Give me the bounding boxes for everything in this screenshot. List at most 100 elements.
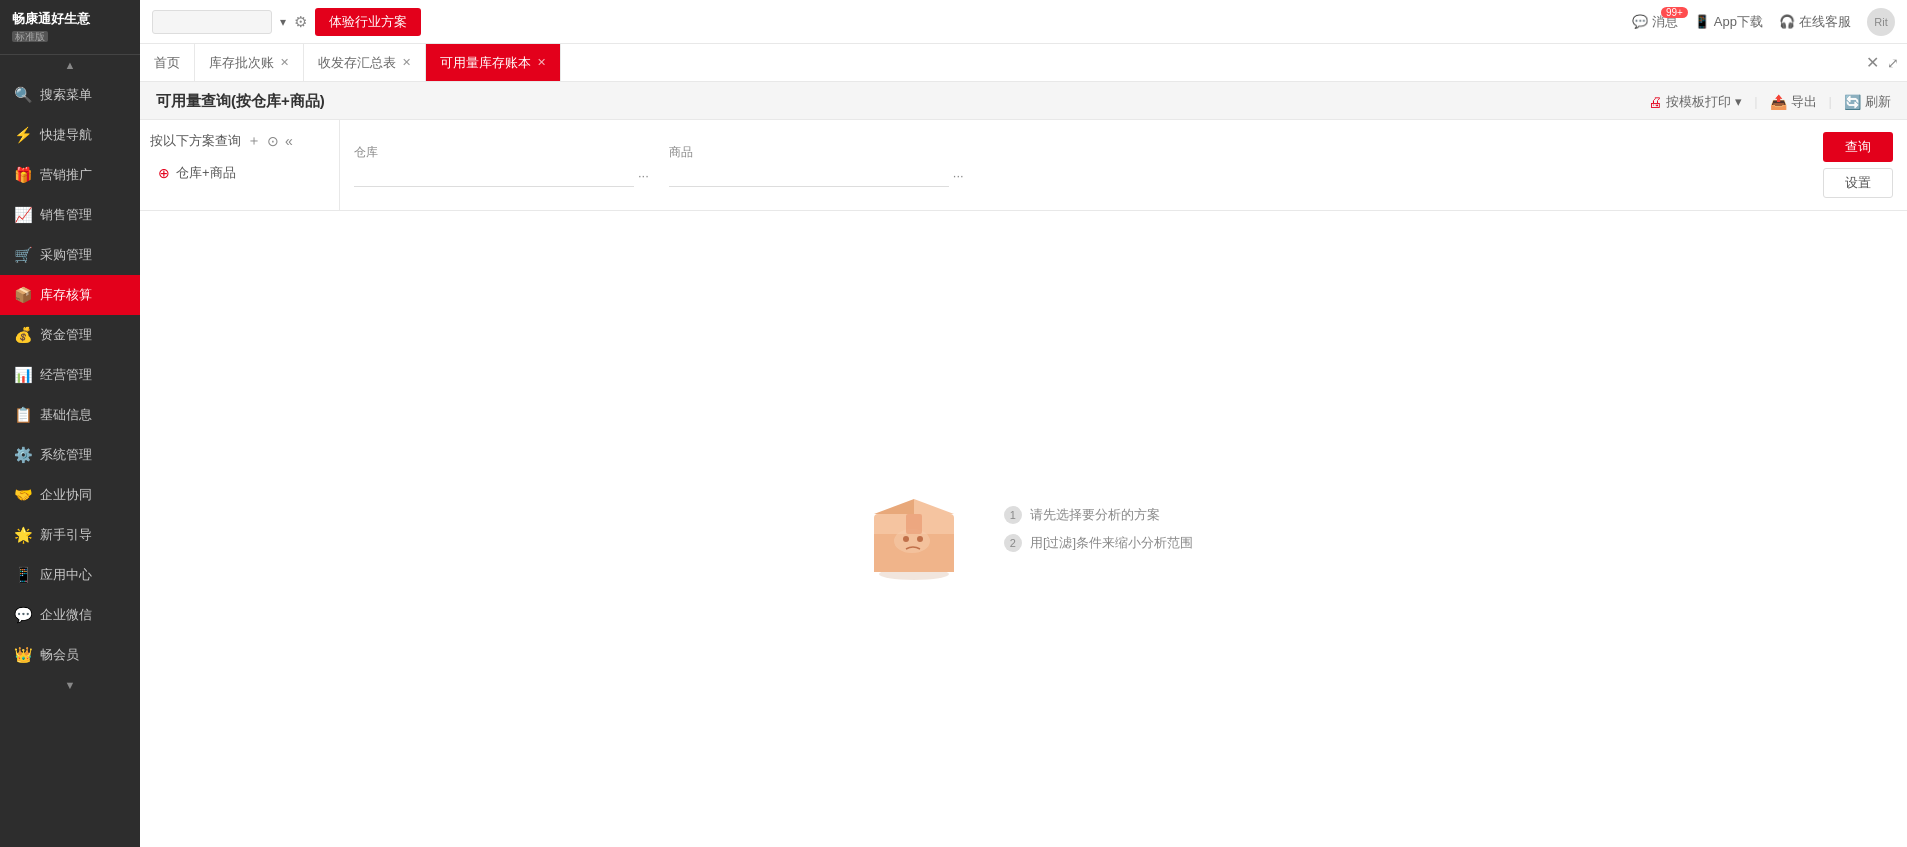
online-service-item[interactable]: 🎧 在线客服: [1779, 13, 1851, 31]
print-label: 按模板打印: [1666, 93, 1731, 111]
sidebar-label-newbie: 新手引导: [40, 526, 92, 544]
sidebar-item-basic-info[interactable]: 📋 基础信息: [0, 395, 140, 435]
topbar-dropdown-icon[interactable]: ▾: [280, 15, 286, 29]
sidebar-item-app-center[interactable]: 📱 应用中心: [0, 555, 140, 595]
add-scheme-icon[interactable]: ＋: [247, 132, 261, 150]
sidebar-label-system: 系统管理: [40, 446, 92, 464]
sidebar-item-newbie[interactable]: 🌟 新手引导: [0, 515, 140, 555]
scheme-item-warehouse-goods[interactable]: ⊕ 仓库+商品: [150, 158, 329, 188]
empty-icon: [854, 469, 974, 589]
goods-more[interactable]: ···: [953, 168, 964, 183]
export-btn[interactable]: 📤 导出: [1770, 93, 1817, 111]
user-avatar[interactable]: Rit: [1867, 8, 1895, 36]
online-service-label: 在线客服: [1799, 13, 1851, 31]
print-icon: 🖨: [1648, 94, 1662, 110]
sidebar-icon-app-center: 📱: [14, 566, 32, 584]
tab-1[interactable]: 库存批次账✕: [195, 44, 304, 82]
sidebar-label-enterprise: 企业协同: [40, 486, 92, 504]
sidebar-item-shortcut[interactable]: ⚡ 快捷导航: [0, 115, 140, 155]
empty-hint-2: 2 用[过滤]条件来缩小分析范围: [1004, 534, 1193, 552]
message-badge: 99+: [1661, 7, 1688, 18]
sidebar-icon-system: ⚙️: [14, 446, 32, 464]
svg-point-7: [917, 536, 923, 542]
user-name: Rit: [1874, 16, 1887, 28]
warehouse-input[interactable]: [354, 165, 634, 187]
message-item[interactable]: 💬 消息 99+: [1632, 13, 1678, 31]
sidebar-label-app-center: 应用中心: [40, 566, 92, 584]
refresh-btn[interactable]: 🔄 刷新: [1844, 93, 1891, 111]
empty-hints: 1 请先选择要分析的方案 2 用[过滤]条件来缩小分析范围: [1004, 506, 1193, 552]
print-dropdown-icon[interactable]: ▾: [1735, 94, 1742, 109]
tabs-bar: 首页库存批次账✕收发存汇总表✕可用量库存账本✕ ✕ ⤢: [140, 44, 1907, 82]
tab-label-0: 首页: [154, 54, 180, 72]
svg-point-6: [903, 536, 909, 542]
sidebar-label-basic-info: 基础信息: [40, 406, 92, 424]
svg-marker-3: [914, 499, 954, 514]
goods-field: 商品 ···: [669, 144, 964, 187]
sidebar-scroll-down[interactable]: ▼: [0, 675, 140, 695]
sidebar-icon-enterprise: 🤝: [14, 486, 32, 504]
sidebar-item-inventory[interactable]: 📦 库存核算: [0, 275, 140, 315]
empty-state: 1 请先选择要分析的方案 2 用[过滤]条件来缩小分析范围: [140, 211, 1907, 847]
settings-button[interactable]: 设置: [1823, 168, 1893, 198]
hint-num-2: 2: [1004, 534, 1022, 552]
collapse-scheme-icon[interactable]: «: [285, 133, 293, 149]
warehouse-label: 仓库: [354, 144, 649, 161]
content-area: 按以下方案查询 ＋ ⊙ « ⊕ 仓库+商品 仓库 ···: [140, 120, 1907, 847]
edit-scheme-icon[interactable]: ⊙: [267, 133, 279, 149]
query-button[interactable]: 查询: [1823, 132, 1893, 162]
expand-tab-icon[interactable]: ⤢: [1887, 55, 1899, 71]
sidebar-icon-vip: 👑: [14, 646, 32, 664]
print-btn[interactable]: 🖨 按模板打印 ▾: [1648, 93, 1742, 111]
tab-3[interactable]: 可用量库存账本✕: [426, 44, 561, 82]
goods-label: 商品: [669, 144, 964, 161]
tab-0[interactable]: 首页: [140, 44, 195, 82]
sidebar-icon-inventory: 📦: [14, 286, 32, 304]
tab-close-2[interactable]: ✕: [402, 56, 411, 69]
sidebar-item-system[interactable]: ⚙️ 系统管理: [0, 435, 140, 475]
svg-marker-2: [874, 499, 914, 514]
filter-fields: 仓库 ··· 商品 ··· 查询 设置: [340, 120, 1907, 210]
sidebar-label-shortcut: 快捷导航: [40, 126, 92, 144]
sidebar-icon-basic-info: 📋: [14, 406, 32, 424]
tab-2[interactable]: 收发存汇总表✕: [304, 44, 426, 82]
hint-text-2: 用[过滤]条件来缩小分析范围: [1030, 534, 1193, 552]
warehouse-more[interactable]: ···: [638, 168, 649, 183]
export-icon: 📤: [1770, 94, 1787, 110]
refresh-icon: 🔄: [1844, 94, 1861, 110]
tab-close-3[interactable]: ✕: [537, 56, 546, 69]
sidebar-item-enterprise-wechat[interactable]: 💬 企业微信: [0, 595, 140, 635]
sidebar-item-enterprise[interactable]: 🤝 企业协同: [0, 475, 140, 515]
filter-actions: 查询 设置: [1823, 132, 1893, 198]
sidebar-icon-finance: 💰: [14, 326, 32, 344]
sidebar-item-finance[interactable]: 💰 资金管理: [0, 315, 140, 355]
topbar-gear-icon[interactable]: ⚙: [294, 13, 307, 31]
topbar: ▾ ⚙ 体验行业方案 💬 消息 99+ 📱 App下载 🎧 在线客服 Rit: [140, 0, 1907, 44]
sidebar-logo: 畅康通好生意 标准版: [0, 0, 140, 55]
sidebar-item-marketing-promo[interactable]: 🎁 营销推广: [0, 155, 140, 195]
hint-num-1: 1: [1004, 506, 1022, 524]
sidebar-item-sales[interactable]: 📈 销售管理: [0, 195, 140, 235]
sidebar-scroll-up[interactable]: ▲: [0, 55, 140, 75]
experience-btn[interactable]: 体验行业方案: [315, 8, 421, 36]
sidebar-item-purchase[interactable]: 🛒 采购管理: [0, 235, 140, 275]
sidebar-item-search[interactable]: 🔍 搜索菜单: [0, 75, 140, 115]
filter-scheme-panel: 按以下方案查询 ＋ ⊙ « ⊕ 仓库+商品: [140, 120, 340, 210]
page-header: 可用量查询(按仓库+商品) 🖨 按模板打印 ▾ | 📤 导出 | 🔄 刷新: [140, 82, 1907, 120]
sidebar-nav: ▲ 🔍 搜索菜单 ⚡ 快捷导航 🎁 营销推广 📈 销售管理 🛒 采购管理 📦 库…: [0, 55, 140, 847]
tabs-bar-end: ✕ ⤢: [1858, 53, 1907, 72]
divider2: |: [1829, 94, 1832, 109]
sidebar-item-vip[interactable]: 👑 畅会员: [0, 635, 140, 675]
sidebar-icon-newbie: 🌟: [14, 526, 32, 544]
tab-close-1[interactable]: ✕: [280, 56, 289, 69]
goods-input[interactable]: [669, 165, 949, 187]
filter-panel-label: 按以下方案查询: [150, 132, 241, 150]
app-download-item[interactable]: 📱 App下载: [1694, 13, 1763, 31]
filter-scheme-header: 按以下方案查询 ＋ ⊙ «: [150, 132, 329, 150]
scheme-icon: ⊕: [158, 165, 170, 181]
sidebar-label-finance: 资金管理: [40, 326, 92, 344]
topbar-search-input[interactable]: [152, 10, 272, 34]
sidebar-item-operation[interactable]: 📊 经营管理: [0, 355, 140, 395]
version-badge: 标准版: [12, 31, 48, 42]
close-all-tabs-icon[interactable]: ✕: [1866, 53, 1879, 72]
